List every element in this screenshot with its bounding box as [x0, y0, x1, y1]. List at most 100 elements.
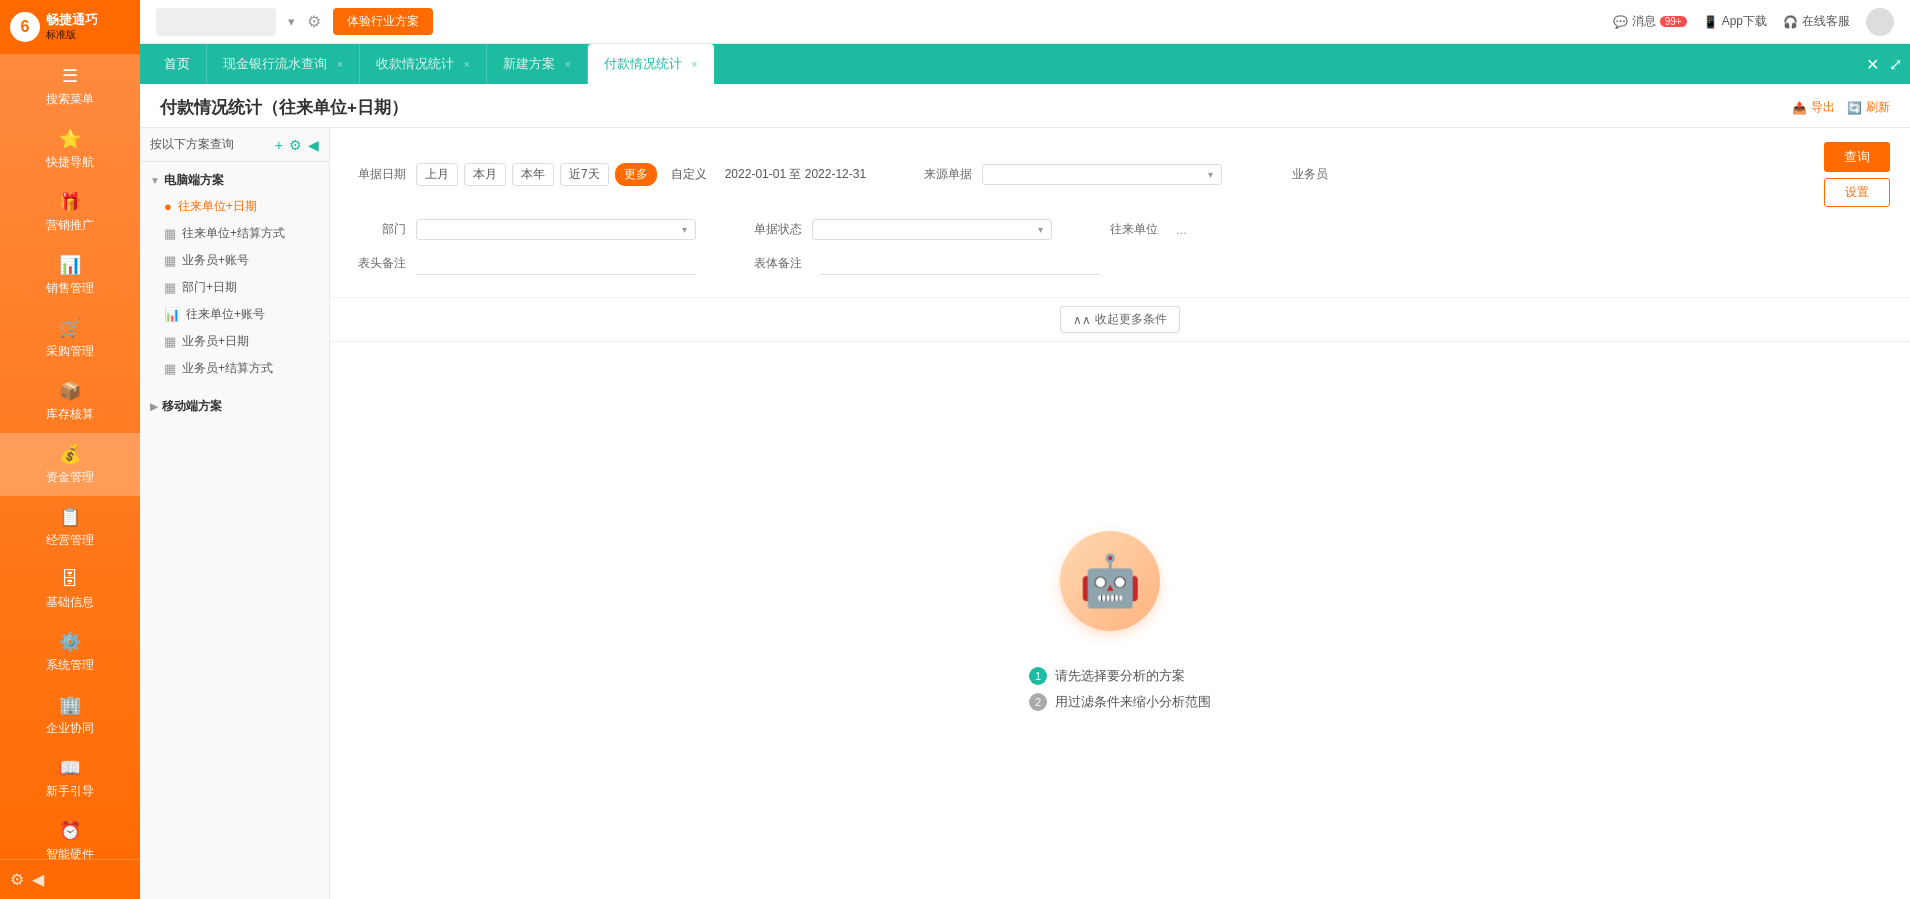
sidebar-item-operation[interactable]: 📋 经营管理 — [0, 496, 140, 559]
scheme-item-partner-settle[interactable]: ▦ 往来单位+结算方式 — [140, 220, 329, 247]
tab-receipts-stats[interactable]: 收款情况统计 × — [360, 44, 487, 84]
header-dropdown-icon[interactable]: ▾ — [288, 14, 295, 29]
main-content: ▾ ⚙ 体验行业方案 💬 消息 99+ 📱 App下载 🎧 在线客服 首页 — [140, 0, 1910, 899]
close-bank-flow-icon[interactable]: × — [337, 59, 343, 70]
trial-industry-btn[interactable]: 体验行业方案 — [333, 8, 433, 35]
app-download-item[interactable]: 📱 App下载 — [1703, 13, 1767, 30]
dept-select[interactable]: ▾ — [416, 219, 696, 240]
online-service-item[interactable]: 🎧 在线客服 — [1783, 13, 1850, 30]
partner-date-icon: ● — [164, 199, 172, 214]
page-header: 付款情况统计（往来单位+日期） 📤 导出 🔄 刷新 — [140, 84, 1910, 128]
close-payment-stats-icon[interactable]: × — [692, 59, 698, 70]
tab-home[interactable]: 首页 — [148, 44, 207, 84]
scheme-item-partner-account[interactable]: 📊 往来单位+账号 — [140, 301, 329, 328]
tab-maximize-btn[interactable]: ⤢ — [1889, 55, 1902, 74]
dept-dropdown-icon: ▾ — [682, 224, 687, 235]
partner-dots[interactable]: ... — [1176, 222, 1187, 237]
scheme-item-salesman-account[interactable]: ▦ 业务员+账号 — [140, 247, 329, 274]
tab-new-scheme[interactable]: 新建方案 × — [487, 44, 588, 84]
filter-row-3: 表头备注 表体备注 — [350, 252, 1890, 275]
voucher-status-label: 单据状态 — [746, 221, 802, 238]
mobile-scheme-group-header[interactable]: ▶ 移动端方案 — [140, 394, 329, 419]
sidebar-item-capital[interactable]: 💰 资金管理 — [0, 433, 140, 496]
header-left: ▾ ⚙ 体验行业方案 — [156, 8, 433, 36]
export-btn[interactable]: 📤 导出 — [1792, 99, 1835, 116]
date-btn-custom[interactable]: 自定义 — [663, 164, 715, 185]
notifications-item[interactable]: 💬 消息 99+ — [1613, 13, 1687, 30]
page-title: 付款情况统计（往来单位+日期） — [160, 96, 408, 119]
voucher-status-dropdown-icon: ▾ — [1038, 224, 1043, 235]
empty-robot-icon: 🤖 — [1060, 531, 1160, 631]
top-header: ▾ ⚙ 体验行业方案 💬 消息 99+ 📱 App下载 🎧 在线客服 — [140, 0, 1910, 44]
tab-bar: 首页 现金银行流水查询 × 收款情况统计 × 新建方案 × 付款情况统计 × ✕… — [140, 44, 1910, 84]
desktop-group-arrow: ▼ — [150, 175, 160, 186]
date-btn-last-month[interactable]: 上月 — [416, 163, 458, 186]
tab-close-all-btn[interactable]: ✕ — [1866, 55, 1879, 74]
sidebar-item-inventory[interactable]: 📦 库存核算 — [0, 370, 140, 433]
sidebar-item-search-menu[interactable]: ☰ 搜索菜单 — [0, 55, 140, 118]
head-note-label: 表头备注 — [350, 255, 406, 272]
sidebar-item-smart-hw[interactable]: ⏰ 智能硬件 — [0, 810, 140, 859]
content-area: 按以下方案查询 + ⚙ ◀ ▼ 电脑端方案 ● 往来单位+日期 ▦ — [140, 128, 1910, 899]
sidebar-item-marketing[interactable]: 🎁 营销推广 — [0, 181, 140, 244]
purchase-icon: 🛒 — [59, 317, 81, 339]
sidebar-logo: 6 畅捷通巧 标准版 — [0, 0, 140, 55]
sidebar-item-enterprise[interactable]: 🏢 企业协同 — [0, 684, 140, 747]
date-label: 单据日期 — [350, 166, 406, 183]
sidebar-item-quick-nav[interactable]: ⭐ 快捷导航 — [0, 118, 140, 181]
close-new-scheme-icon[interactable]: × — [565, 59, 571, 70]
source-select[interactable]: ▾ — [982, 164, 1222, 185]
marketing-icon: 🎁 — [59, 191, 81, 213]
source-label: 来源单据 — [916, 166, 972, 183]
collapse-more-btn[interactable]: ∧∧ 收起更多条件 — [1060, 306, 1180, 333]
scheme-panel-header: 按以下方案查询 + ⚙ ◀ — [140, 128, 329, 162]
desktop-scheme-group-header[interactable]: ▼ 电脑端方案 — [140, 168, 329, 193]
sidebar-item-system[interactable]: ⚙️ 系统管理 — [0, 621, 140, 684]
sidebar-item-sales[interactable]: 📊 销售管理 — [0, 244, 140, 307]
sidebar-item-beginner[interactable]: 📖 新手引导 — [0, 747, 140, 810]
scheme-add-btn[interactable]: + — [275, 137, 283, 153]
export-icon: 📤 — [1792, 101, 1807, 115]
dept-date-icon: ▦ — [164, 280, 176, 295]
header-settings-icon[interactable]: ⚙ — [307, 12, 321, 31]
tab-payment-stats[interactable]: 付款情况统计 × — [588, 44, 715, 84]
body-note-input[interactable] — [820, 252, 1100, 275]
date-btn-this-year[interactable]: 本年 — [512, 163, 554, 186]
desktop-scheme-group: ▼ 电脑端方案 ● 往来单位+日期 ▦ 往来单位+结算方式 ▦ 业务员+账号 ▦ — [140, 162, 329, 388]
close-receipts-icon[interactable]: × — [464, 59, 470, 70]
scheme-item-partner-date[interactable]: ● 往来单位+日期 — [140, 193, 329, 220]
tab-bank-flow[interactable]: 现金银行流水查询 × — [207, 44, 360, 84]
hint-num-2: 2 — [1029, 693, 1047, 711]
sales-icon: 📊 — [59, 254, 81, 276]
sidebar-item-basic-info[interactable]: 🗄 基础信息 — [0, 559, 140, 621]
voucher-status-select[interactable]: ▾ — [812, 219, 1052, 240]
date-btn-this-month[interactable]: 本月 — [464, 163, 506, 186]
scheme-item-salesman-date[interactable]: ▦ 业务员+日期 — [140, 328, 329, 355]
sidebar-item-purchase[interactable]: 🛒 采购管理 — [0, 307, 140, 370]
head-note-input[interactable] — [416, 252, 696, 275]
sidebar-settings-btn[interactable]: ⚙ — [10, 870, 24, 889]
search-menu-icon: ☰ — [62, 65, 78, 87]
user-avatar[interactable] — [1866, 8, 1894, 36]
setting-btn[interactable]: 设置 — [1824, 178, 1890, 207]
scheme-item-dept-date[interactable]: ▦ 部门+日期 — [140, 274, 329, 301]
date-btn-7days[interactable]: 近7天 — [560, 163, 609, 186]
date-options: 上月 本月 本年 近7天 更多 自定义 2022-01-01 至 2022-12… — [416, 163, 866, 186]
scheme-settings-btn[interactable]: ⚙ — [289, 137, 302, 153]
sidebar-collapse-btn[interactable]: ◀ — [32, 870, 44, 889]
tabs-actions: ✕ ⤢ — [1866, 55, 1902, 74]
refresh-btn[interactable]: 🔄 刷新 — [1847, 99, 1890, 116]
source-dropdown-icon: ▾ — [1208, 169, 1213, 180]
salesman-account-icon: ▦ — [164, 253, 176, 268]
message-icon: 💬 — [1613, 15, 1628, 29]
capital-icon: 💰 — [59, 443, 81, 465]
hint-num-1: 1 — [1029, 667, 1047, 685]
date-btn-more[interactable]: 更多 — [615, 163, 657, 186]
empty-state: 🤖 1 请先选择要分析的方案 2 用过滤条件来缩小分析范围 — [330, 342, 1910, 899]
scheme-collapse-btn[interactable]: ◀ — [308, 137, 319, 153]
collapse-up-icon: ∧∧ — [1073, 313, 1091, 327]
date-range: 2022-01-01 至 2022-12-31 — [725, 166, 866, 183]
smart-hw-icon: ⏰ — [59, 820, 81, 842]
scheme-item-salesman-settle[interactable]: ▦ 业务员+结算方式 — [140, 355, 329, 382]
query-btn[interactable]: 查询 — [1824, 142, 1890, 172]
